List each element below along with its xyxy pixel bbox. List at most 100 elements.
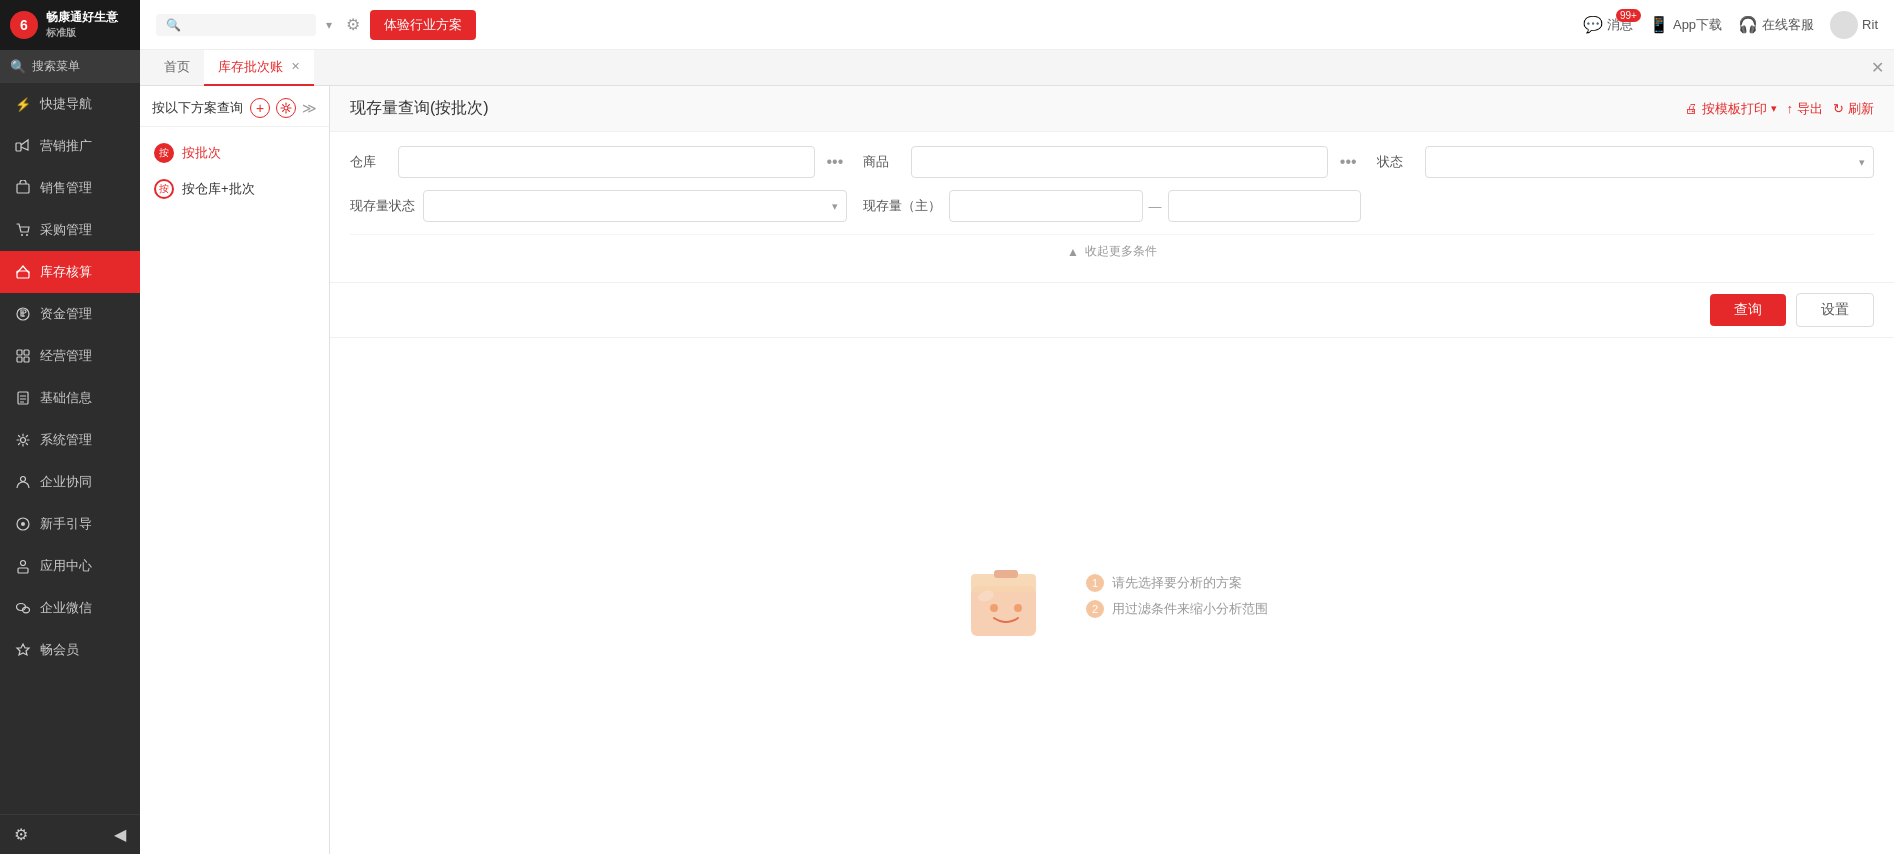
sidebar-item-wechat[interactable]: 企业微信	[0, 587, 140, 629]
empty-tip-2: 2 用过滤条件来缩小分析范围	[1086, 600, 1268, 618]
stock-amount-max-input[interactable]	[1168, 190, 1361, 222]
left-panel-actions: + ≫	[250, 98, 317, 118]
sidebar-item-marketing[interactable]: 营销推广	[0, 125, 140, 167]
online-service-action[interactable]: 🎧 在线客服	[1738, 15, 1814, 34]
sidebar: 6 畅康通好生意 标准版 🔍 搜索菜单 ⚡ 快捷导航 营销推广 销售管理	[0, 0, 140, 854]
sidebar-item-label: 采购管理	[40, 221, 92, 239]
headset-icon: 🎧	[1738, 15, 1758, 34]
left-panel-collapse-btn[interactable]: ≫	[302, 100, 317, 116]
new-guide-icon	[14, 515, 32, 533]
warehouse-more-icon[interactable]: •••	[823, 153, 848, 171]
sidebar-item-member[interactable]: 畅会员	[0, 629, 140, 671]
export-label: 导出	[1797, 100, 1823, 118]
svg-rect-16	[18, 568, 28, 573]
query-btn[interactable]: 查询	[1710, 294, 1786, 326]
sidebar-item-label: 企业微信	[40, 599, 92, 617]
topbar-gear-icon[interactable]: ⚙	[346, 15, 360, 34]
app-download-action[interactable]: 📱 App下载	[1649, 15, 1722, 34]
sidebar-item-finance[interactable]: 资金管理	[0, 293, 140, 335]
warehouse-input[interactable]	[398, 146, 815, 178]
sidebar-item-label: 营销推广	[40, 137, 92, 155]
scheme-label: 按仓库+批次	[182, 180, 255, 198]
svg-marker-19	[17, 644, 29, 655]
user-action[interactable]: Rit	[1830, 11, 1878, 39]
stock-status-select[interactable]: ▾	[423, 190, 847, 222]
print-btn[interactable]: 🖨 按模板打印 ▾	[1685, 100, 1777, 118]
stock-amount-label: 现存量（主）	[863, 197, 941, 215]
sidebar-item-operations[interactable]: 经营管理	[0, 335, 140, 377]
svg-rect-9	[24, 357, 29, 362]
stock-amount-min-input[interactable]	[949, 190, 1142, 222]
status-select[interactable]: ▾	[1425, 146, 1874, 178]
filter-product: 商品 •••	[863, 146, 1360, 178]
inventory-icon	[14, 263, 32, 281]
svg-rect-8	[17, 357, 22, 362]
marketing-icon	[14, 137, 32, 155]
range-separator: —	[1149, 199, 1162, 214]
sidebar-item-new-guide[interactable]: 新手引导	[0, 503, 140, 545]
quick-nav-icon: ⚡	[14, 95, 32, 113]
svg-rect-0	[16, 143, 21, 151]
scheme-active-icon: 按	[154, 143, 174, 163]
svg-point-25	[1014, 604, 1022, 612]
topbar-search-input[interactable]	[187, 18, 287, 32]
svg-point-11	[21, 438, 26, 443]
tip-num-2: 2	[1086, 600, 1104, 618]
settings-btn[interactable]: 设置	[1796, 293, 1874, 327]
scheme-settings-btn[interactable]	[276, 98, 296, 118]
warehouse-label: 仓库	[350, 153, 390, 171]
tab-home[interactable]: 首页	[150, 50, 204, 86]
product-more-icon[interactable]: •••	[1336, 153, 1361, 171]
wechat-icon	[14, 599, 32, 617]
sidebar-item-app-center[interactable]: 应用中心	[0, 545, 140, 587]
print-label: 按模板打印	[1702, 100, 1767, 118]
refresh-icon: ↻	[1833, 101, 1844, 116]
message-badge: 99+	[1616, 9, 1641, 22]
topbar-dropdown-icon[interactable]: ▾	[326, 18, 332, 32]
message-icon: 💬	[1583, 15, 1603, 34]
settings-icon[interactable]: ⚙	[14, 825, 28, 844]
svg-point-2	[21, 234, 23, 236]
sidebar-item-purchase[interactable]: 采购管理	[0, 209, 140, 251]
scheme-item-by-batch[interactable]: 按 按批次	[140, 135, 329, 171]
sidebar-item-label: 应用中心	[40, 557, 92, 575]
sidebar-item-system[interactable]: 系统管理	[0, 419, 140, 461]
sidebar-search[interactable]: 🔍 搜索菜单	[0, 50, 140, 83]
sidebar-item-label: 库存核算	[40, 263, 92, 281]
stock-amount-range: —	[949, 190, 1360, 222]
sidebar-item-quick-nav[interactable]: ⚡ 快捷导航	[0, 83, 140, 125]
tip-num-1: 1	[1086, 574, 1104, 592]
page-title: 现存量查询(按批次)	[350, 98, 489, 119]
add-scheme-btn[interactable]: +	[250, 98, 270, 118]
operations-icon	[14, 347, 32, 365]
export-btn[interactable]: ↑ 导出	[1787, 100, 1824, 118]
tabbar-global-close-icon[interactable]: ✕	[1871, 58, 1884, 77]
search-icon: 🔍	[10, 59, 26, 74]
filter-warehouse: 仓库 •••	[350, 146, 847, 178]
filter-status: 状态 ▾	[1377, 146, 1874, 178]
refresh-btn[interactable]: ↻ 刷新	[1833, 100, 1874, 118]
sidebar-item-sales[interactable]: 销售管理	[0, 167, 140, 209]
svg-point-24	[990, 604, 998, 612]
sidebar-item-label: 经营管理	[40, 347, 92, 365]
member-icon	[14, 641, 32, 659]
tab-batch-account[interactable]: 库存批次账 ✕	[204, 50, 314, 86]
sidebar-item-inventory[interactable]: 库存核算	[0, 251, 140, 293]
sidebar-item-enterprise[interactable]: 企业协同	[0, 461, 140, 503]
svg-point-14	[21, 522, 25, 526]
message-action[interactable]: 💬 消息 99+	[1583, 15, 1633, 34]
experience-btn[interactable]: 体验行业方案	[370, 10, 476, 40]
search-label: 搜索菜单	[32, 58, 80, 75]
topbar-search-box[interactable]: 🔍	[156, 14, 316, 36]
sidebar-collapse-icon[interactable]: ◀	[114, 825, 126, 844]
sidebar-item-label: 企业协同	[40, 473, 92, 491]
tab-close-icon[interactable]: ✕	[291, 60, 300, 73]
collapse-more-conditions-btn[interactable]: ▲ 收起更多条件	[350, 234, 1874, 268]
print-icon: 🖨	[1685, 101, 1698, 116]
left-panel-header: 按以下方案查询 + ≫	[140, 86, 329, 127]
sidebar-item-basic-info[interactable]: 基础信息	[0, 377, 140, 419]
empty-tips: 1 请先选择要分析的方案 2 用过滤条件来缩小分析范围	[1086, 574, 1268, 618]
sidebar-item-label: 销售管理	[40, 179, 92, 197]
scheme-item-by-warehouse-batch[interactable]: 按 按仓库+批次	[140, 171, 329, 207]
product-input[interactable]	[911, 146, 1328, 178]
